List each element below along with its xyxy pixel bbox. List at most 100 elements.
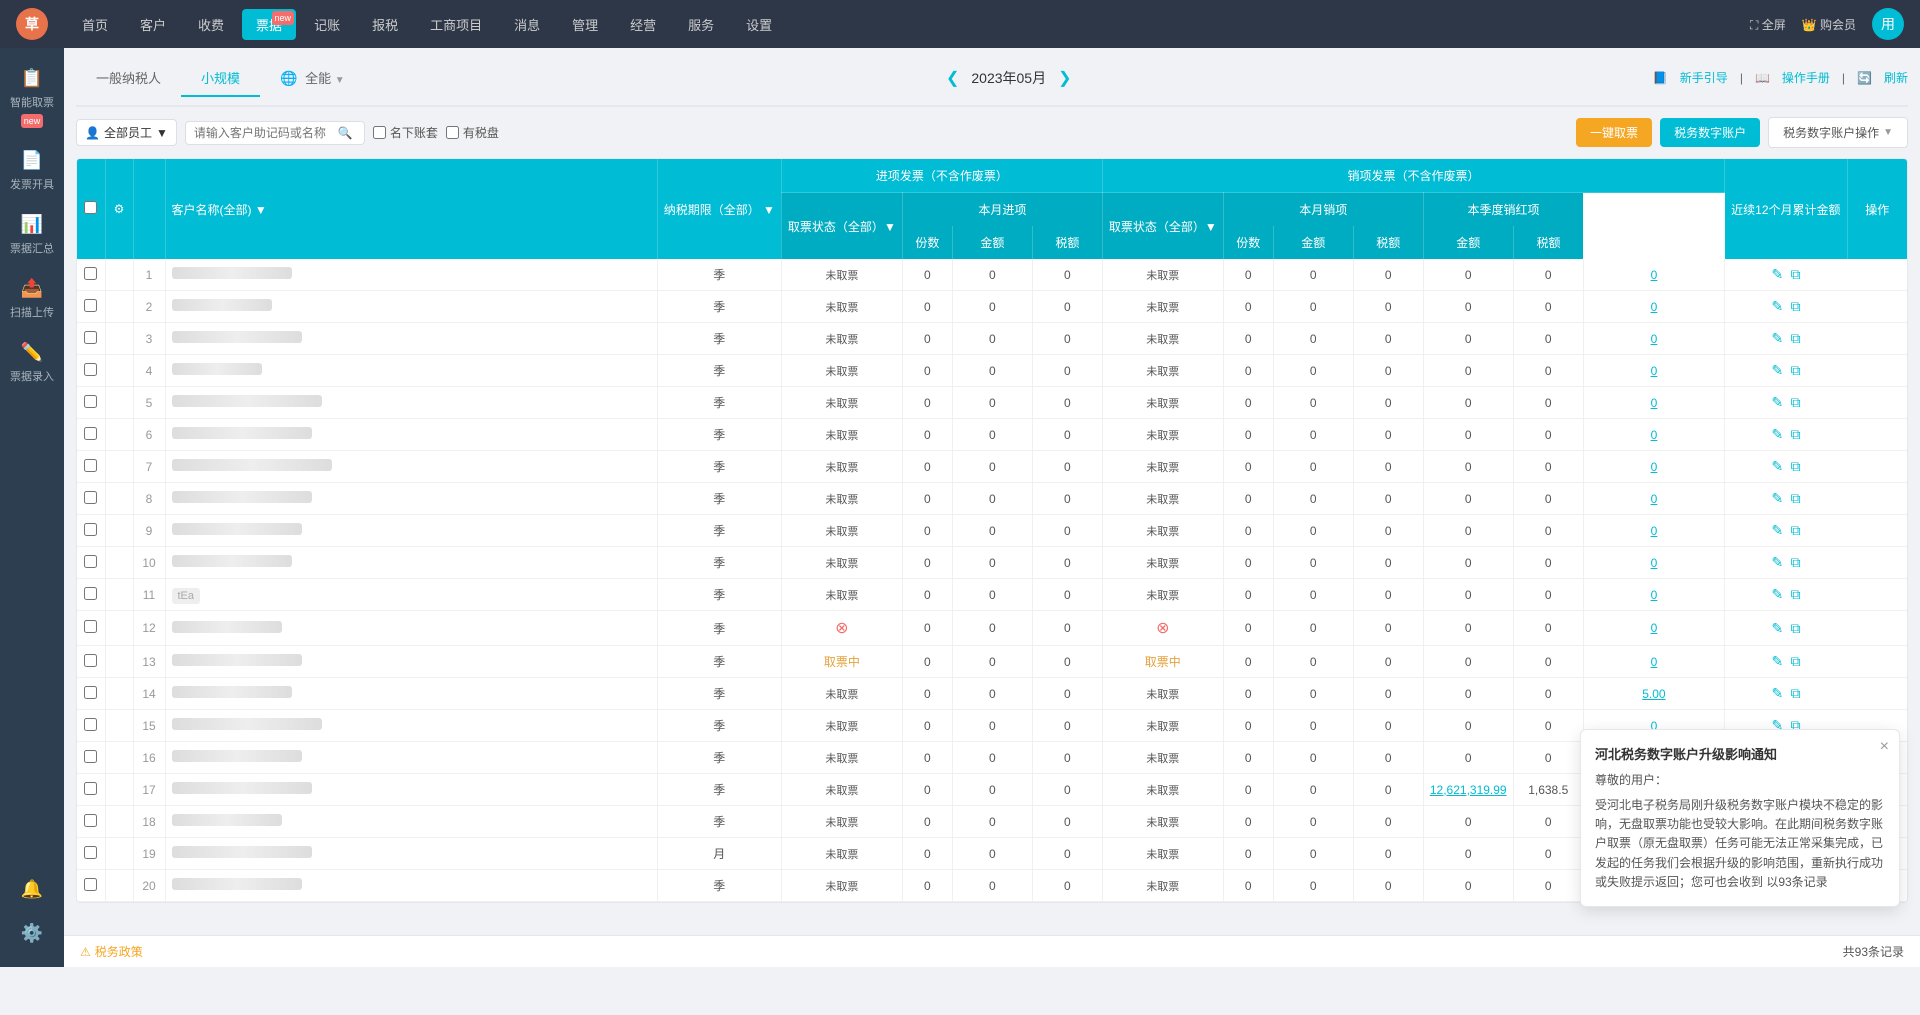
copy-button[interactable]: ⧉ bbox=[1791, 490, 1801, 506]
cum12-value[interactable]: 5.00 bbox=[1642, 687, 1665, 701]
copy-button[interactable]: ⧉ bbox=[1791, 330, 1801, 346]
nav-clients[interactable]: 客户 bbox=[126, 9, 180, 40]
refresh-link[interactable]: 刷新 bbox=[1884, 69, 1908, 86]
copy-button[interactable]: ⧉ bbox=[1791, 586, 1801, 602]
tab-all[interactable]: 🌐 全能 ▼ bbox=[260, 60, 365, 97]
period-prev-button[interactable]: ❮ bbox=[934, 68, 971, 88]
row-checkbox[interactable] bbox=[84, 459, 97, 472]
edit-button[interactable]: ✎ bbox=[1772, 554, 1784, 570]
row-checkbox[interactable] bbox=[84, 878, 97, 891]
row-checkbox[interactable] bbox=[84, 814, 97, 827]
manual-link[interactable]: 操作手册 bbox=[1782, 69, 1830, 86]
nav-messages[interactable]: 消息 bbox=[500, 9, 554, 40]
sidebar-item-scan-upload[interactable]: 📤 扫描上传 bbox=[0, 266, 64, 330]
tab-general-taxpayer[interactable]: 一般纳税人 bbox=[76, 60, 181, 97]
my-ledger-filter[interactable]: 名下账套 bbox=[373, 124, 438, 141]
tax-policy-link[interactable]: ⚠ 税务政策 bbox=[80, 943, 143, 960]
staff-filter-select[interactable]: 👤 全部员工 ▼ bbox=[76, 119, 177, 146]
row-checkbox[interactable] bbox=[84, 491, 97, 504]
copy-button[interactable]: ⧉ bbox=[1791, 458, 1801, 474]
copy-button[interactable]: ⧉ bbox=[1791, 394, 1801, 410]
select-all-checkbox[interactable] bbox=[84, 201, 97, 214]
row-checkbox[interactable] bbox=[84, 587, 97, 600]
edit-button[interactable]: ✎ bbox=[1772, 330, 1784, 346]
row-checkbox[interactable] bbox=[84, 395, 97, 408]
member-button[interactable]: 👑 购会员 bbox=[1802, 16, 1856, 33]
search-icon[interactable]: 🔍 bbox=[338, 126, 353, 140]
nav-fees[interactable]: 收费 bbox=[184, 9, 238, 40]
edit-button[interactable]: ✎ bbox=[1772, 522, 1784, 538]
copy-button[interactable]: ⧉ bbox=[1791, 362, 1801, 378]
copy-button[interactable]: ⧉ bbox=[1791, 266, 1801, 282]
notification-close-button[interactable]: × bbox=[1880, 738, 1889, 756]
cum12-value[interactable]: 0 bbox=[1651, 621, 1658, 635]
period-next-button[interactable]: ❯ bbox=[1046, 68, 1083, 88]
copy-button[interactable]: ⧉ bbox=[1791, 298, 1801, 314]
row-checkbox[interactable] bbox=[84, 750, 97, 763]
copy-button[interactable]: ⧉ bbox=[1791, 426, 1801, 442]
row-checkbox[interactable] bbox=[84, 331, 97, 344]
edit-button[interactable]: ✎ bbox=[1772, 685, 1784, 701]
cum12-value[interactable]: 0 bbox=[1651, 588, 1658, 602]
copy-button[interactable]: ⧉ bbox=[1791, 685, 1801, 701]
app-logo[interactable]: 草 bbox=[16, 8, 48, 40]
cum12-value[interactable]: 0 bbox=[1651, 655, 1658, 669]
tax-digital-ops-button[interactable]: 税务数字账户操作 ▼ bbox=[1768, 117, 1908, 148]
cum12-value[interactable]: 0 bbox=[1651, 428, 1658, 442]
nav-home[interactable]: 首页 bbox=[68, 9, 122, 40]
cum12-value[interactable]: 0 bbox=[1651, 364, 1658, 378]
edit-button[interactable]: ✎ bbox=[1772, 620, 1784, 636]
sidebar-item-ticket-entry[interactable]: ✏️ 票据录入 bbox=[0, 330, 64, 394]
new-guide-link[interactable]: 新手引导 bbox=[1680, 69, 1728, 86]
cum12-value[interactable]: 0 bbox=[1651, 492, 1658, 506]
cum12-value[interactable]: 0 bbox=[1651, 300, 1658, 314]
cum12-value[interactable]: 0 bbox=[1651, 332, 1658, 346]
one-key-ticket-button[interactable]: 一键取票 bbox=[1576, 118, 1652, 147]
sidebar-item-notification[interactable]: 🔔 bbox=[0, 867, 64, 911]
fullscreen-button[interactable]: ⛶ 全屏 bbox=[1750, 16, 1786, 33]
copy-button[interactable]: ⧉ bbox=[1791, 620, 1801, 636]
edit-button[interactable]: ✎ bbox=[1772, 490, 1784, 506]
nav-services[interactable]: 服务 bbox=[674, 9, 728, 40]
edit-button[interactable]: ✎ bbox=[1772, 426, 1784, 442]
nav-operations[interactable]: 经营 bbox=[616, 9, 670, 40]
row-checkbox[interactable] bbox=[84, 654, 97, 667]
tab-small-scale[interactable]: 小规模 bbox=[181, 60, 260, 97]
nav-business[interactable]: 工商项目 bbox=[416, 9, 496, 40]
nav-invoices[interactable]: 票据 new bbox=[242, 9, 296, 40]
row-checkbox[interactable] bbox=[84, 620, 97, 633]
edit-button[interactable]: ✎ bbox=[1772, 653, 1784, 669]
cum12-value[interactable]: 0 bbox=[1651, 460, 1658, 474]
my-ledger-checkbox[interactable] bbox=[373, 126, 386, 139]
client-name-header[interactable]: 客户名称(全部) ▼ bbox=[165, 159, 657, 259]
sidebar-item-invoice-summary[interactable]: 📊 票据汇总 bbox=[0, 202, 64, 266]
cum12-value[interactable]: 0 bbox=[1651, 396, 1658, 410]
inbound-status-header[interactable]: 取票状态（全部）▼ bbox=[781, 193, 902, 260]
tax-box-filter[interactable]: 有税盘 bbox=[446, 124, 499, 141]
edit-button[interactable]: ✎ bbox=[1772, 586, 1784, 602]
sidebar-item-invoice-issue[interactable]: 📄 发票开具 bbox=[0, 138, 64, 202]
edit-button[interactable]: ✎ bbox=[1772, 362, 1784, 378]
user-avatar[interactable]: 用 bbox=[1872, 8, 1904, 40]
row-checkbox[interactable] bbox=[84, 267, 97, 280]
outbound-status-header[interactable]: 取票状态（全部）▼ bbox=[1102, 193, 1223, 260]
red-amt-value[interactable]: 12,621,319.99 bbox=[1430, 783, 1507, 797]
edit-button[interactable]: ✎ bbox=[1772, 458, 1784, 474]
gear-icon[interactable]: ⚙ bbox=[114, 202, 125, 216]
copy-button[interactable]: ⧉ bbox=[1791, 554, 1801, 570]
tax-digital-button[interactable]: 税务数字账户 bbox=[1660, 118, 1760, 147]
cum12-value[interactable]: 0 bbox=[1651, 268, 1658, 282]
copy-button[interactable]: ⧉ bbox=[1791, 653, 1801, 669]
row-checkbox[interactable] bbox=[84, 555, 97, 568]
tax-period-header[interactable]: 纳税期限（全部） ▼ bbox=[657, 159, 781, 259]
row-checkbox[interactable] bbox=[84, 686, 97, 699]
nav-accounting[interactable]: 记账 bbox=[300, 9, 354, 40]
row-checkbox[interactable] bbox=[84, 718, 97, 731]
row-checkbox[interactable] bbox=[84, 523, 97, 536]
cum12-value[interactable]: 0 bbox=[1651, 524, 1658, 538]
edit-button[interactable]: ✎ bbox=[1772, 394, 1784, 410]
nav-tax[interactable]: 报税 bbox=[358, 9, 412, 40]
nav-management[interactable]: 管理 bbox=[558, 9, 612, 40]
search-input[interactable] bbox=[194, 126, 334, 140]
edit-button[interactable]: ✎ bbox=[1772, 298, 1784, 314]
